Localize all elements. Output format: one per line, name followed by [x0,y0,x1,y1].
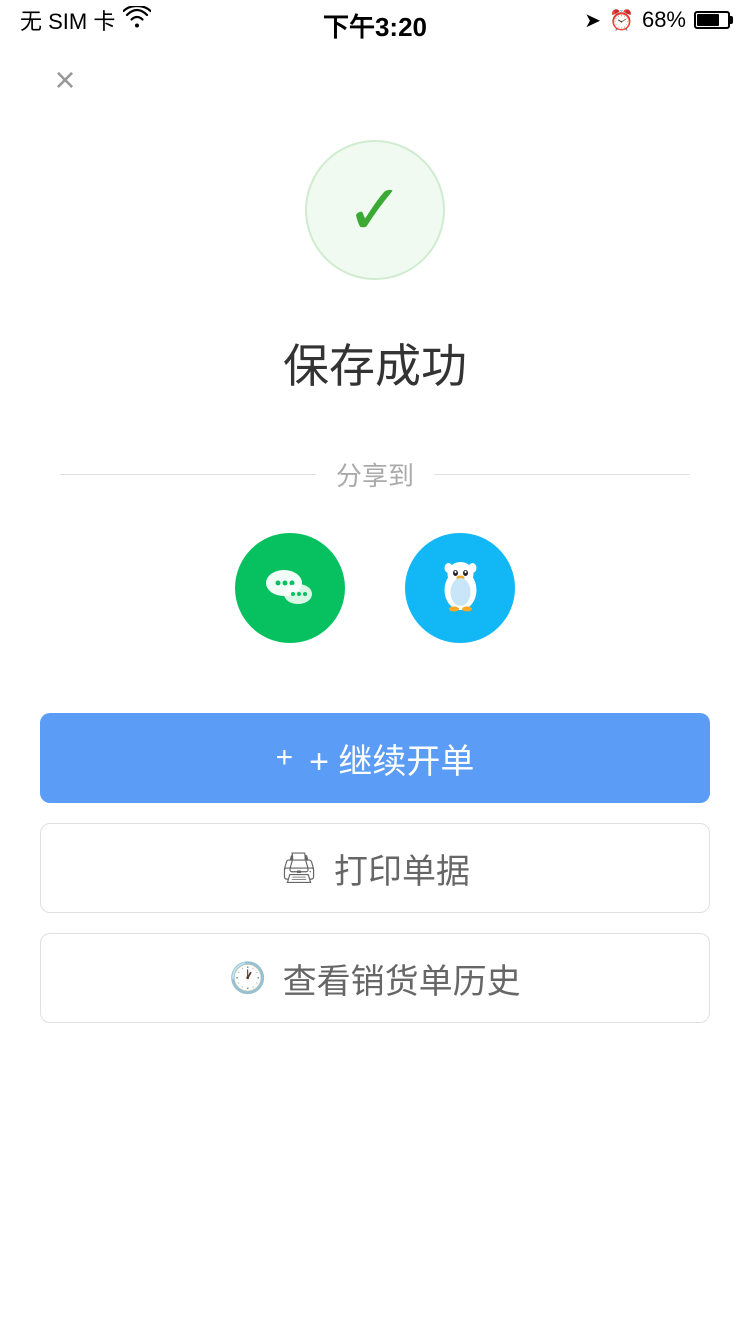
print-button[interactable]: 🖨 打印单据 [40,823,710,913]
wechat-icon [258,556,323,621]
share-divider: 分享到 [0,456,750,493]
close-icon: × [54,62,75,98]
success-title: 保存成功 [283,330,467,396]
action-buttons: + + 继续开单 🖨 打印单据 🕐 查看销货单历史 [0,713,750,1023]
continue-button[interactable]: + + 继续开单 [40,713,710,803]
main-content: ✓ 保存成功 分享到 [0,40,750,1023]
history-label: 查看销货单历史 [283,954,521,1003]
status-time: 下午3:20 [323,7,427,44]
qq-icon [428,556,493,621]
no-sim-text: 无 SIM 卡 [20,4,115,36]
share-label: 分享到 [316,456,434,493]
status-right: ➤ ⏰ 68% [584,7,730,33]
location-icon: ➤ [584,8,601,33]
history-button[interactable]: 🕐 查看销货单历史 [40,933,710,1023]
close-button[interactable]: × [40,55,90,105]
qq-share-button[interactable] [405,533,515,643]
divider-line-left [60,474,316,475]
continue-label: + 继续开单 [309,734,474,783]
checkmark-icon: ✓ [346,175,405,245]
battery-indicator [694,11,730,29]
print-icon: 🖨 [280,851,318,886]
plus-icon: + [276,741,294,775]
status-left: 无 SIM 卡 [20,4,151,36]
alarm-icon: ⏰ [609,8,634,33]
status-bar: 无 SIM 卡 下午3:20 ➤ ⏰ 68% [0,0,750,40]
battery-percent: 68% [642,7,686,33]
divider-line-right [434,474,690,475]
success-circle: ✓ [305,140,445,280]
wifi-icon [123,6,151,34]
print-label: 打印单据 [334,844,470,893]
share-icons-row [235,533,515,643]
clock-icon: 🕐 [229,961,266,996]
wechat-share-button[interactable] [235,533,345,643]
